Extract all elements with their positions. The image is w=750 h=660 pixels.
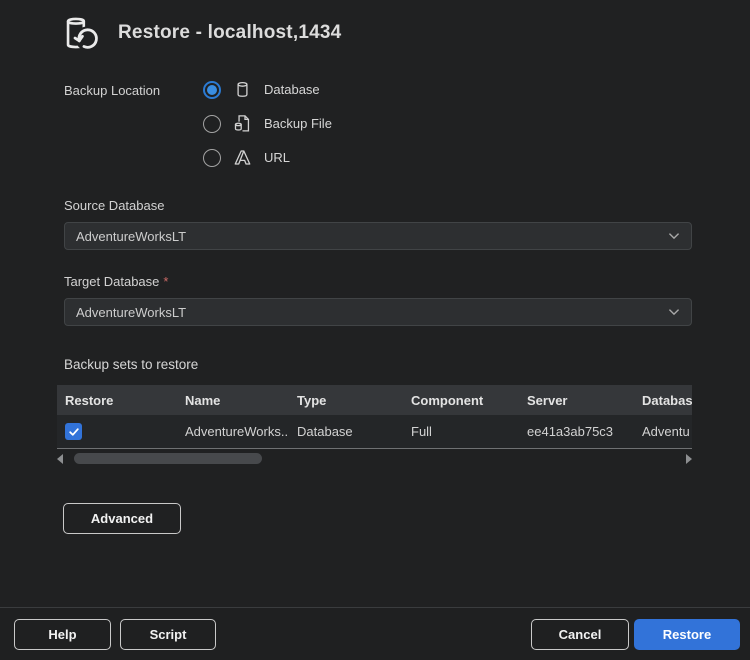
database-cell: Adventu [634,424,692,439]
column-header-server[interactable]: Server [519,393,634,408]
restore-checkbox[interactable] [65,423,82,440]
backup-location-label: Backup Location [64,80,203,167]
dialog-footer: Help Script Cancel Restore [0,607,750,660]
source-database-value: AdventureWorksLT [76,229,186,244]
backup-file-icon [233,114,252,133]
radio-label-database: Database [264,82,320,97]
radio-label-url: URL [264,150,290,165]
footer-right-buttons: Cancel Restore [531,619,740,650]
server-cell: ee41a3ab75c3 [519,424,634,439]
backup-sets-section: Backup sets to restore Restore Name Type… [57,357,692,465]
name-cell: AdventureWorks... [177,424,289,439]
required-asterisk: * [163,274,168,289]
backup-location-radio-group: Database Backup File U [203,80,332,167]
column-header-database[interactable]: Database [634,393,692,408]
radio-option-backup-file[interactable]: Backup File [203,114,332,133]
table-header-row: Restore Name Type Component Server Datab… [57,385,692,415]
component-cell: Full [403,424,519,439]
chevron-down-icon [668,232,680,240]
database-icon [233,80,252,99]
radio-option-database[interactable]: Database [203,80,332,99]
column-header-name[interactable]: Name [177,393,289,408]
column-header-type[interactable]: Type [289,393,403,408]
restore-database-icon [58,12,104,54]
scrollbar-thumb[interactable] [74,453,262,464]
page-title: Restore - localhost,1434 [118,22,341,44]
radio-button-selected[interactable] [203,81,221,99]
source-database-dropdown[interactable]: AdventureWorksLT [64,222,692,250]
restore-button[interactable]: Restore [634,619,740,650]
scroll-right-arrow-icon[interactable] [686,454,692,464]
backup-sets-label: Backup sets to restore [64,357,692,372]
scroll-left-arrow-icon[interactable] [57,454,63,464]
chevron-down-icon [668,308,680,316]
target-database-dropdown[interactable]: AdventureWorksLT [64,298,692,326]
backup-sets-table: Restore Name Type Component Server Datab… [57,385,692,449]
radio-button[interactable] [203,115,221,133]
advanced-button[interactable]: Advanced [63,503,181,534]
table-row[interactable]: AdventureWorks... Database Full ee41a3ab… [57,415,692,449]
type-cell: Database [289,424,403,439]
source-database-label: Source Database [64,198,692,213]
help-button[interactable]: Help [14,619,111,650]
dialog-header: Restore - localhost,1434 [0,0,750,54]
footer-left-buttons: Help Script [14,619,216,650]
target-database-field: Target Database * AdventureWorksLT [64,274,692,326]
target-database-value: AdventureWorksLT [76,305,186,320]
azure-url-icon [233,148,252,167]
script-button[interactable]: Script [120,619,216,650]
cancel-button[interactable]: Cancel [531,619,629,650]
restore-dialog: { "window": { "title": "Restore - localh… [0,0,750,660]
horizontal-scrollbar[interactable] [57,452,692,465]
column-header-component[interactable]: Component [403,393,519,408]
radio-option-url[interactable]: URL [203,148,332,167]
target-database-label-text: Target Database [64,274,159,289]
column-header-restore[interactable]: Restore [57,393,177,408]
advanced-row: Advanced [63,503,750,534]
scrollbar-track[interactable] [66,453,683,464]
source-database-field: Source Database AdventureWorksLT [64,198,692,250]
backup-location-section: Backup Location Database [64,80,692,167]
restore-cell [57,423,177,440]
target-database-label: Target Database * [64,274,692,289]
check-icon [68,426,80,438]
radio-button[interactable] [203,149,221,167]
radio-label-backup-file: Backup File [264,116,332,131]
